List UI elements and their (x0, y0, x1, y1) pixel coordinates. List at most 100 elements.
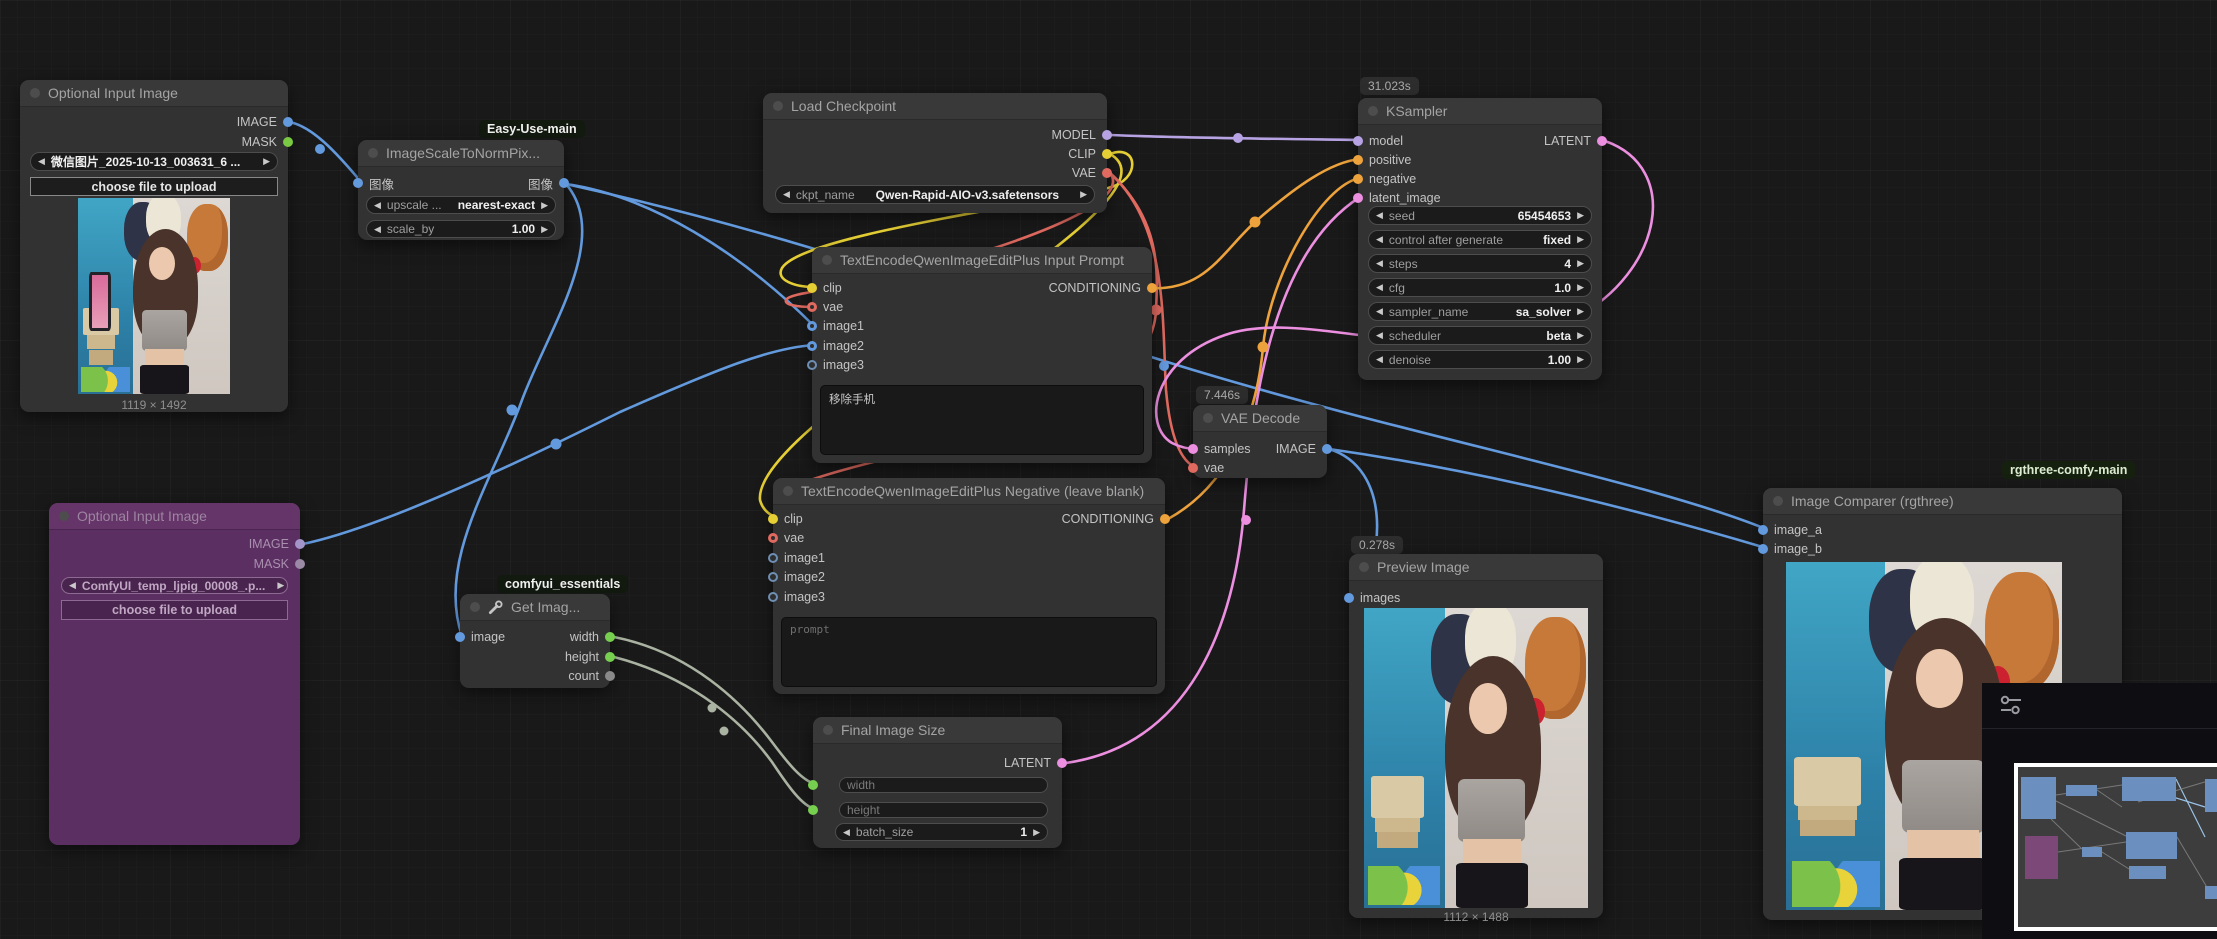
input-image3-port[interactable]: image3 (768, 589, 825, 605)
input-vae-port[interactable]: vae (1188, 460, 1224, 476)
node-title-bar[interactable]: Optional Input Image (20, 80, 288, 107)
combo-left-arrow-icon[interactable]: ◀ (843, 827, 850, 838)
node-title-bar[interactable]: Final Image Size (813, 717, 1062, 744)
node-title-bar[interactable]: KSampler (1358, 98, 1602, 125)
input-samples-port[interactable]: samples (1188, 441, 1251, 457)
image-port-icon[interactable] (768, 592, 778, 602)
output-mask-port[interactable]: MASK (254, 556, 305, 572)
collapse-dot-icon[interactable] (773, 101, 783, 111)
input-image-b-port[interactable]: image_b (1758, 541, 1822, 557)
sampler-name-widget[interactable]: ◀ sampler_name sa_solver ▶ (1368, 302, 1592, 321)
upscale-method-combo[interactable]: ◀ upscale ... nearest-exact ▶ (366, 196, 556, 214)
node-graph-canvas[interactable]: Optional Input Image IMAGE MASK ◀ 微信图片_2… (0, 0, 2217, 939)
combo-left-arrow-icon[interactable]: ◀ (38, 156, 45, 167)
width-input-widget[interactable]: width (839, 777, 1048, 793)
height-input-widget[interactable]: height (839, 802, 1048, 818)
input-image2-port[interactable]: image2 (768, 569, 825, 585)
node-vae-decode[interactable]: VAE Decode samples vae IMAGE (1188, 405, 1332, 478)
combo-left-arrow-icon[interactable]: ◀ (69, 580, 76, 591)
steps-widget[interactable]: ◀ steps 4 ▶ (1368, 254, 1592, 273)
combo-right-arrow-icon[interactable]: ▶ (1577, 282, 1584, 293)
denoise-widget[interactable]: ◀ denoise 1.00 ▶ (1368, 350, 1592, 369)
model-port-icon[interactable] (1353, 136, 1363, 146)
image-port-icon[interactable] (559, 178, 569, 188)
image-port-icon[interactable] (1758, 544, 1768, 554)
input-image-port[interactable]: 图像 (353, 175, 394, 192)
node-preview-image[interactable]: Preview Image images 1112 × 1488 (1344, 554, 1603, 924)
combo-left-arrow-icon[interactable]: ◀ (1376, 210, 1383, 221)
combo-left-arrow-icon[interactable]: ◀ (1376, 354, 1383, 365)
combo-left-arrow-icon[interactable]: ◀ (783, 189, 790, 200)
int-port-icon[interactable] (605, 632, 615, 642)
collapse-dot-icon[interactable] (1359, 562, 1369, 572)
input-image3-port[interactable]: image3 (807, 357, 864, 373)
conditioning-port-icon[interactable] (1353, 174, 1363, 184)
collapse-dot-icon[interactable] (1203, 413, 1213, 423)
collapse-dot-icon[interactable] (30, 88, 40, 98)
input-width-port-icon[interactable] (808, 780, 818, 790)
output-image-port[interactable]: IMAGE (1276, 441, 1332, 457)
input-positive-port[interactable]: positive (1353, 152, 1411, 168)
node-load-checkpoint[interactable]: Load Checkpoint MODEL CLIP VAE ◀ ckpt_na… (763, 93, 1112, 213)
node-title-bar[interactable]: Get Imag... (460, 594, 610, 621)
vae-port-icon[interactable] (1188, 463, 1198, 473)
output-image-port[interactable]: IMAGE (249, 536, 305, 552)
collapse-dot-icon[interactable] (823, 725, 833, 735)
node-title-bar[interactable]: ImageScaleToNormPix... (358, 140, 564, 167)
node-title-bar[interactable]: Preview Image (1349, 554, 1603, 581)
combo-right-arrow-icon[interactable]: ▶ (541, 200, 548, 211)
vae-port-icon[interactable] (768, 533, 778, 543)
output-width-port[interactable]: width (570, 629, 615, 645)
output-count-port[interactable]: count (568, 668, 615, 684)
cfg-widget[interactable]: ◀ cfg 1.0 ▶ (1368, 278, 1592, 297)
upload-button[interactable]: choose file to upload (61, 600, 288, 620)
input-model-port[interactable]: model (1353, 133, 1403, 149)
int-port-icon[interactable] (605, 671, 615, 681)
node-ksampler[interactable]: KSampler model positive negative latent_… (1353, 98, 1607, 380)
batch-size-widget[interactable]: ◀ batch_size 1 ▶ (835, 823, 1048, 841)
node-final-image-size[interactable]: Final Image Size LATENT width height ◀ b… (808, 717, 1067, 848)
node-image-scale[interactable]: ImageScaleToNormPix... 图像 图像 ◀ upscale .… (353, 140, 569, 240)
vae-port-icon[interactable] (1102, 168, 1112, 178)
image-port-icon[interactable] (455, 632, 465, 642)
control-after-generate-widget[interactable]: ◀ control after generate fixed ▶ (1368, 230, 1592, 249)
collapse-dot-icon[interactable] (822, 255, 832, 265)
node-title-bar[interactable]: Load Checkpoint (763, 93, 1107, 120)
node-negative-prompt[interactable]: TextEncodeQwenImageEditPlus Negative (le… (768, 478, 1170, 694)
collapse-dot-icon[interactable] (1368, 106, 1378, 116)
collapse-dot-icon[interactable] (470, 602, 480, 612)
latent-port-icon[interactable] (1353, 193, 1363, 203)
combo-left-arrow-icon[interactable]: ◀ (1376, 306, 1383, 317)
sliders-icon[interactable] (1998, 693, 2024, 717)
input-image1-port[interactable]: image1 (807, 318, 864, 334)
input-vae-port[interactable]: vae (768, 530, 804, 546)
combo-right-arrow-icon[interactable]: ▶ (1577, 210, 1584, 221)
input-image-a-port[interactable]: image_a (1758, 522, 1822, 538)
node-optional-input-image-1[interactable]: Optional Input Image IMAGE MASK ◀ 微信图片_2… (20, 80, 293, 412)
image-port-icon[interactable] (283, 117, 293, 127)
collapse-dot-icon[interactable] (59, 511, 69, 521)
int-port-icon[interactable] (605, 652, 615, 662)
conditioning-port-icon[interactable] (1147, 283, 1157, 293)
image-port-icon[interactable] (295, 539, 305, 549)
combo-right-arrow-icon[interactable]: ▶ (1577, 306, 1584, 317)
output-height-port[interactable]: height (565, 649, 615, 665)
combo-right-arrow-icon[interactable]: ▶ (1577, 354, 1584, 365)
collapse-dot-icon[interactable] (368, 148, 378, 158)
combo-left-arrow-icon[interactable]: ◀ (1376, 258, 1383, 269)
combo-left-arrow-icon[interactable]: ◀ (374, 200, 381, 211)
node-title-bar[interactable]: Image Comparer (rgthree) (1763, 488, 2122, 515)
upload-button[interactable]: choose file to upload (30, 177, 278, 196)
image-port-icon[interactable] (1322, 444, 1332, 454)
output-image-port[interactable]: 图像 (528, 175, 569, 192)
input-image-port[interactable]: image (455, 629, 505, 645)
combo-right-arrow-icon[interactable]: ▶ (1080, 189, 1087, 200)
input-images-port[interactable]: images (1344, 590, 1400, 606)
input-height-port-icon[interactable] (808, 805, 818, 815)
latent-port-icon[interactable] (1188, 444, 1198, 454)
scheduler-widget[interactable]: ◀ scheduler beta ▶ (1368, 326, 1592, 345)
clip-port-icon[interactable] (807, 283, 817, 293)
conditioning-port-icon[interactable] (1353, 155, 1363, 165)
node-title-bar[interactable]: VAE Decode (1193, 405, 1327, 432)
image-port-icon[interactable] (353, 178, 363, 188)
